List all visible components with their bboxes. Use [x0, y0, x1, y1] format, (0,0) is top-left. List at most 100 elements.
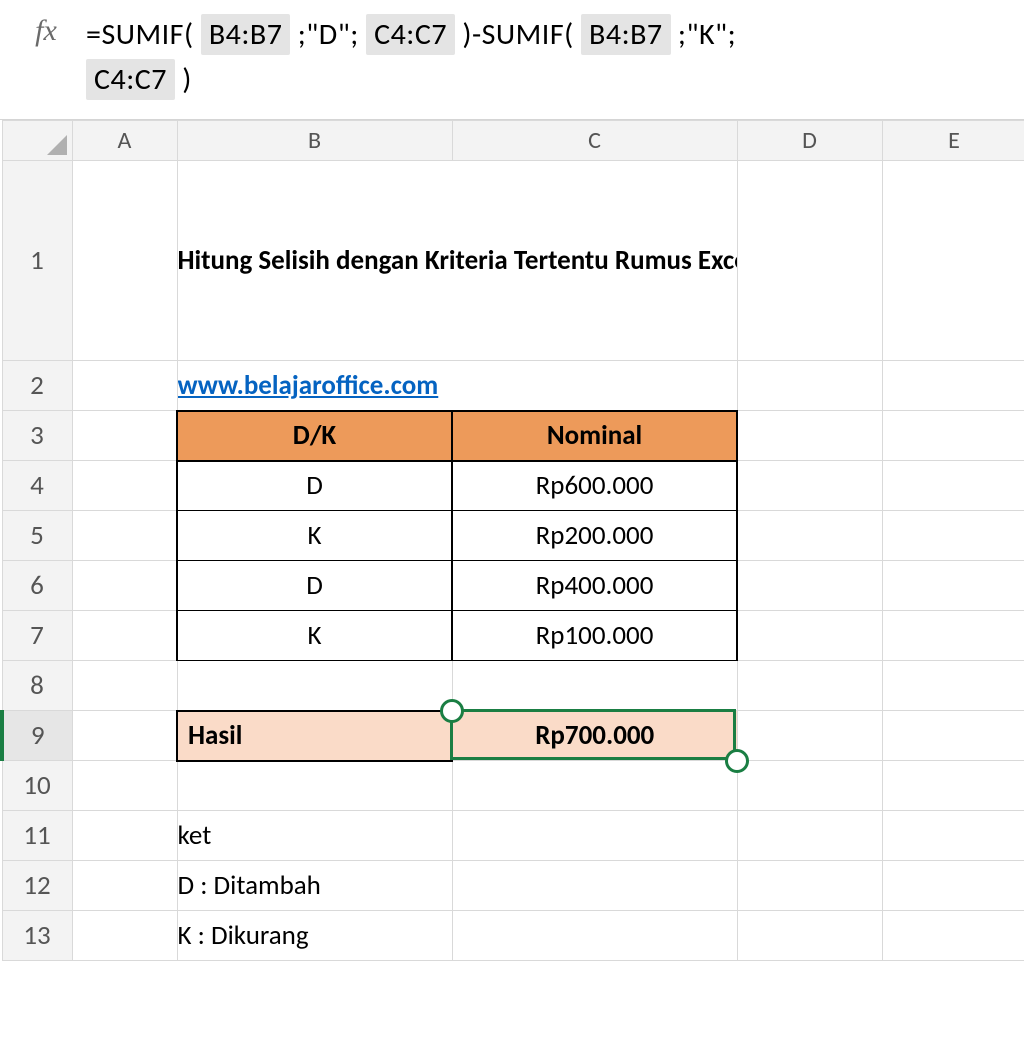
- cell-B6[interactable]: D: [177, 561, 452, 611]
- cell-C11[interactable]: [452, 811, 737, 861]
- cell-C13[interactable]: [452, 911, 737, 961]
- row-header-2[interactable]: 2: [2, 361, 72, 411]
- cell-E12[interactable]: [882, 861, 1024, 911]
- cell-C12[interactable]: [452, 861, 737, 911]
- cell-A2[interactable]: [72, 361, 177, 411]
- cell-A1[interactable]: [72, 161, 177, 361]
- cell-B9[interactable]: Hasil: [177, 711, 452, 761]
- cell-C6[interactable]: Rp400.000: [452, 561, 737, 611]
- cell-D13[interactable]: [737, 911, 882, 961]
- cell-D3[interactable]: [737, 411, 882, 461]
- row-11: 11 ket: [2, 811, 1024, 861]
- formula-range-ref: C4:C7: [366, 14, 455, 55]
- formula-text: =SUMIF(: [86, 16, 194, 53]
- cell-E3[interactable]: [882, 411, 1024, 461]
- row-10: 10: [2, 761, 1024, 811]
- cell-D1[interactable]: [737, 161, 882, 361]
- col-header-E[interactable]: E: [882, 121, 1024, 161]
- col-header-A[interactable]: A: [72, 121, 177, 161]
- cell-B5[interactable]: K: [177, 511, 452, 561]
- cell-B12[interactable]: D : Ditambah: [177, 861, 452, 911]
- row-header-5[interactable]: 5: [2, 511, 72, 561]
- cell-D10[interactable]: [737, 761, 882, 811]
- cell-A9[interactable]: [72, 711, 177, 761]
- row-7: 7 K Rp100.000: [2, 611, 1024, 661]
- cell-E4[interactable]: [882, 461, 1024, 511]
- row-8: 8: [2, 661, 1024, 711]
- cell-C5[interactable]: Rp200.000: [452, 511, 737, 561]
- row-header-3[interactable]: 3: [2, 411, 72, 461]
- cell-E10[interactable]: [882, 761, 1024, 811]
- cell-D2[interactable]: [737, 361, 882, 411]
- cell-D6[interactable]: [737, 561, 882, 611]
- cell-B13[interactable]: K : Dikurang: [177, 911, 452, 961]
- row-header-4[interactable]: 4: [2, 461, 72, 511]
- cell-E2[interactable]: [882, 361, 1024, 411]
- cell-B10[interactable]: [177, 761, 452, 811]
- cell-C8[interactable]: [452, 661, 737, 711]
- row-header-6[interactable]: 6: [2, 561, 72, 611]
- cell-D5[interactable]: [737, 511, 882, 561]
- cell-A8[interactable]: [72, 661, 177, 711]
- cell-D9[interactable]: [737, 711, 882, 761]
- row-2: 2 www.belajaroffice.com: [2, 361, 1024, 411]
- col-header-B[interactable]: B: [177, 121, 452, 161]
- row-header-13[interactable]: 13: [2, 911, 72, 961]
- cell-B8[interactable]: [177, 661, 452, 711]
- row-header-12[interactable]: 12: [2, 861, 72, 911]
- cell-E1[interactable]: [882, 161, 1024, 361]
- spreadsheet-grid[interactable]: A B C D E 1 Hitung Selisih dengan Kriter…: [0, 120, 1024, 961]
- cell-C7[interactable]: Rp100.000: [452, 611, 737, 661]
- formula-range-ref: B4:B7: [201, 14, 291, 55]
- formula-text: ;"D";: [298, 16, 359, 53]
- col-header-D[interactable]: D: [737, 121, 882, 161]
- cell-D12[interactable]: [737, 861, 882, 911]
- cell-A13[interactable]: [72, 911, 177, 961]
- cell-E9[interactable]: [882, 711, 1024, 761]
- row-12: 12 D : Ditambah: [2, 861, 1024, 911]
- row-13: 13 K : Dikurang: [2, 911, 1024, 961]
- cell-C10[interactable]: [452, 761, 737, 811]
- cell-E13[interactable]: [882, 911, 1024, 961]
- cell-B7[interactable]: K: [177, 611, 452, 661]
- cell-A7[interactable]: [72, 611, 177, 661]
- fx-icon[interactable]: fx: [6, 8, 86, 48]
- col-header-C[interactable]: C: [452, 121, 737, 161]
- row-5: 5 K Rp200.000: [2, 511, 1024, 561]
- cell-D8[interactable]: [737, 661, 882, 711]
- row-header-9[interactable]: 9: [2, 711, 72, 761]
- cell-E8[interactable]: [882, 661, 1024, 711]
- cell-A5[interactable]: [72, 511, 177, 561]
- formula-input[interactable]: =SUMIF( B4:B7 ;"D"; C4:C7 )-SUMIF( B4:B7…: [86, 8, 1018, 102]
- cell-D4[interactable]: [737, 461, 882, 511]
- row-header-11[interactable]: 11: [2, 811, 72, 861]
- cell-title[interactable]: Hitung Selisih dengan Kriteria Tertentu …: [177, 161, 737, 361]
- select-all-triangle[interactable]: [2, 121, 72, 161]
- cell-A6[interactable]: [72, 561, 177, 611]
- cell-A3[interactable]: [72, 411, 177, 461]
- cell-E11[interactable]: [882, 811, 1024, 861]
- cell-C9[interactable]: Rp700.000: [452, 711, 737, 761]
- cell-B4[interactable]: D: [177, 461, 452, 511]
- cell-A12[interactable]: [72, 861, 177, 911]
- formula-range-ref: B4:B7: [581, 14, 671, 55]
- cell-C3[interactable]: Nominal: [452, 411, 737, 461]
- cell-E6[interactable]: [882, 561, 1024, 611]
- row-header-8[interactable]: 8: [2, 661, 72, 711]
- row-header-7[interactable]: 7: [2, 611, 72, 661]
- cell-E7[interactable]: [882, 611, 1024, 661]
- cell-D11[interactable]: [737, 811, 882, 861]
- cell-B11[interactable]: ket: [177, 811, 452, 861]
- row-header-10[interactable]: 10: [2, 761, 72, 811]
- cell-A4[interactable]: [72, 461, 177, 511]
- cell-link[interactable]: www.belajaroffice.com: [177, 361, 737, 411]
- row-header-1[interactable]: 1: [2, 161, 72, 361]
- formula-text: )-SUMIF(: [462, 16, 573, 53]
- cell-A10[interactable]: [72, 761, 177, 811]
- formula-text: ): [182, 61, 192, 98]
- cell-D7[interactable]: [737, 611, 882, 661]
- cell-B3[interactable]: D/K: [177, 411, 452, 461]
- cell-C4[interactable]: Rp600.000: [452, 461, 737, 511]
- cell-A11[interactable]: [72, 811, 177, 861]
- cell-E5[interactable]: [882, 511, 1024, 561]
